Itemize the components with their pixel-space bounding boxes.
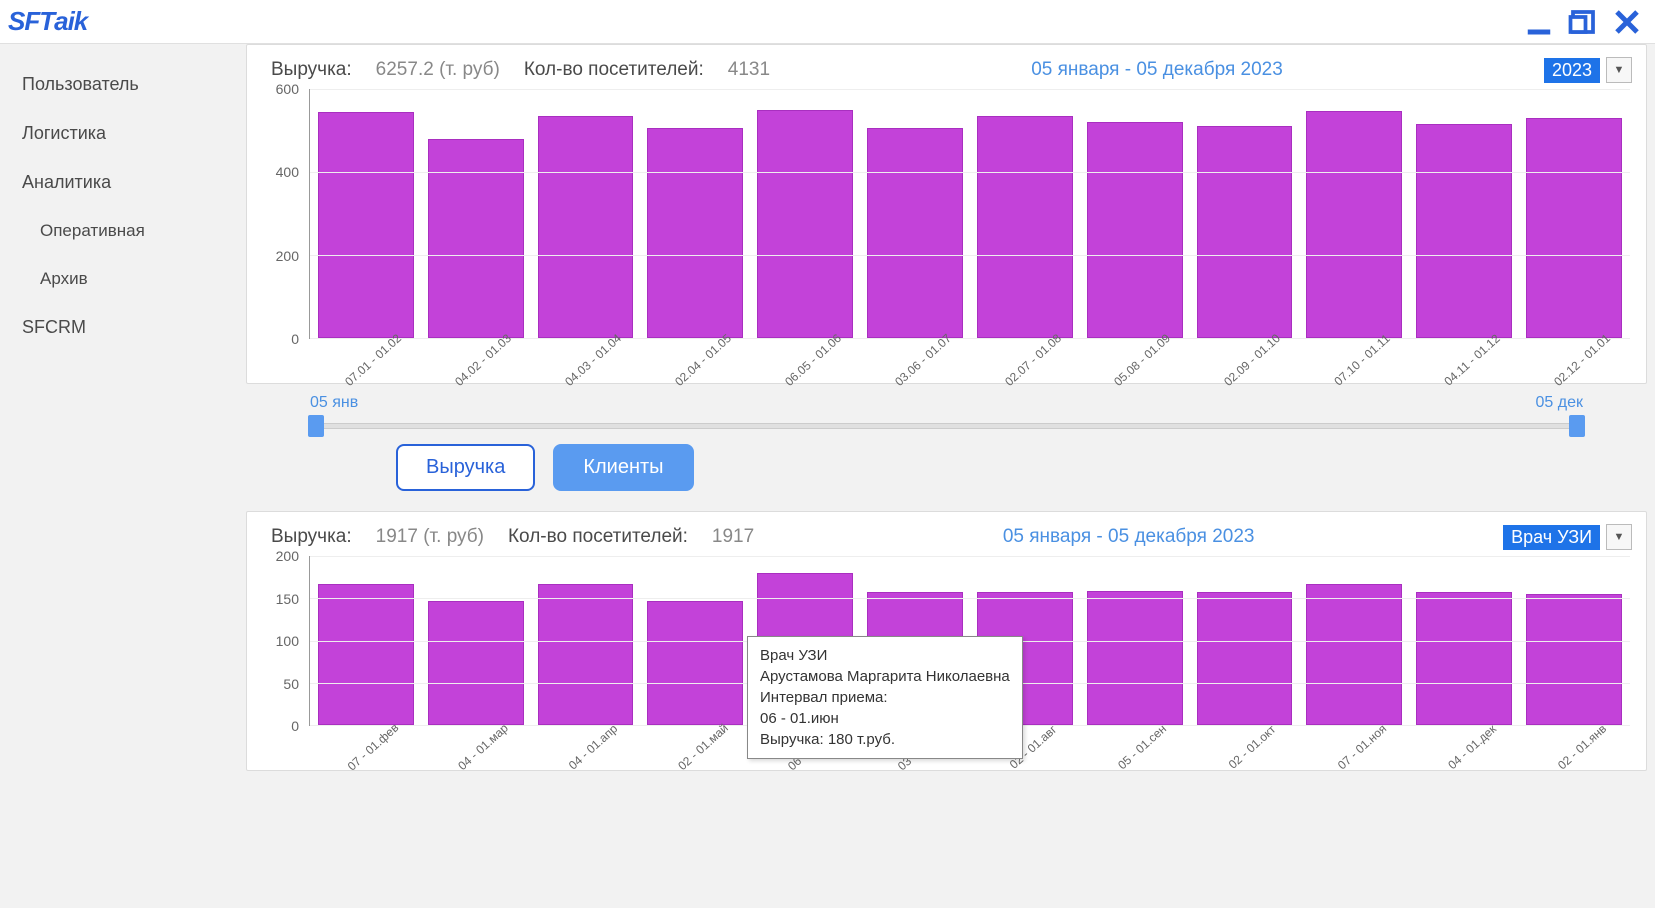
panel-overall: Выручка: 6257.2 (т. руб) Кол-во посетите…	[246, 44, 1647, 384]
year-selector: 2023 ▼	[1544, 57, 1632, 83]
sidebar-sub-operative[interactable]: Оперативная	[0, 207, 238, 255]
bar[interactable]	[428, 139, 524, 338]
bar[interactable]	[1526, 594, 1622, 725]
year-pill: 2023	[1544, 58, 1600, 83]
y-tick: 150	[276, 591, 299, 607]
y-tick: 50	[283, 676, 299, 692]
date-range-2: 05 января - 05 декабря 2023	[778, 526, 1479, 548]
sidebar-item-sfcrm[interactable]: SFCRM	[0, 303, 238, 352]
y-tick: 200	[276, 248, 299, 264]
bar[interactable]	[1197, 592, 1293, 725]
chart-doctor[interactable]: 050100150200 07 - 01.фев04 - 01.мар04 - …	[257, 556, 1636, 766]
date-slider[interactable]	[306, 416, 1587, 436]
bar[interactable]	[1197, 126, 1293, 338]
date-slider-row: 05 янв 05 дек Выручка Клиенты	[246, 390, 1647, 511]
close-icon[interactable]	[1609, 4, 1645, 40]
panel-doctor-header: Выручка: 1917 (т. руб) Кол-во посетителе…	[257, 518, 1636, 556]
y-tick: 400	[276, 164, 299, 180]
slider-thumb-from[interactable]	[308, 415, 324, 437]
doctor-selector: Врач УЗИ ▼	[1503, 524, 1632, 550]
minimize-icon[interactable]	[1521, 4, 1557, 40]
visitors-label-2: Кол-во посетителей:	[508, 526, 688, 548]
bar[interactable]	[1306, 111, 1402, 338]
bar[interactable]	[647, 601, 743, 725]
y-tick: 0	[291, 718, 299, 734]
bar[interactable]	[1416, 592, 1512, 725]
doctor-pill: Врач УЗИ	[1503, 525, 1600, 550]
titlebar: SFTaik	[0, 0, 1655, 44]
bar[interactable]	[538, 584, 634, 725]
panel-doctor: Выручка: 1917 (т. руб) Кол-во посетителе…	[246, 511, 1647, 771]
revenue-label: Выручка:	[271, 59, 352, 81]
revenue-value: 6257.2 (т. руб)	[376, 59, 500, 81]
maximize-icon[interactable]	[1565, 4, 1601, 40]
bar[interactable]	[1087, 122, 1183, 338]
sidebar-item-user[interactable]: Пользователь	[0, 60, 238, 109]
chevron-down-icon[interactable]: ▼	[1606, 57, 1632, 83]
bar[interactable]	[1416, 124, 1512, 338]
panel-overall-header: Выручка: 6257.2 (т. руб) Кол-во посетите…	[257, 51, 1636, 89]
bar[interactable]	[318, 584, 414, 725]
bar[interactable]	[757, 110, 853, 338]
chart-tooltip: Врач УЗИ Арустамова Маргарита Николаевна…	[747, 636, 1023, 759]
bar[interactable]	[1526, 118, 1622, 338]
bar[interactable]	[428, 601, 524, 725]
sidebar-item-logistics[interactable]: Логистика	[0, 109, 238, 158]
revenue-value-2: 1917 (т. руб)	[376, 526, 484, 548]
visitors-value: 4131	[728, 59, 770, 81]
revenue-label-2: Выручка:	[271, 526, 352, 548]
slider-thumb-to[interactable]	[1569, 415, 1585, 437]
bar[interactable]	[647, 128, 743, 338]
date-range: 05 января - 05 декабря 2023	[794, 59, 1520, 81]
tab-clients[interactable]: Клиенты	[553, 444, 693, 491]
tab-revenue[interactable]: Выручка	[396, 444, 535, 491]
bar[interactable]	[867, 128, 963, 338]
visitors-label: Кол-во посетителей:	[524, 59, 704, 81]
y-tick: 100	[276, 633, 299, 649]
main-content: Выручка: 6257.2 (т. руб) Кол-во посетите…	[238, 44, 1655, 908]
bar[interactable]	[1087, 591, 1183, 725]
chevron-down-icon[interactable]: ▼	[1606, 524, 1632, 550]
visitors-value-2: 1917	[712, 526, 754, 548]
bar[interactable]	[318, 112, 414, 338]
sidebar-sub-archive[interactable]: Архив	[0, 255, 238, 303]
app-logo: SFTaik	[0, 0, 87, 44]
bar[interactable]	[1306, 584, 1402, 725]
y-tick: 600	[276, 81, 299, 97]
window-controls	[1521, 4, 1655, 40]
sidebar: Пользователь Логистика Аналитика Операти…	[0, 44, 238, 908]
bar[interactable]	[538, 116, 634, 338]
bar[interactable]	[977, 116, 1073, 338]
y-tick: 0	[291, 331, 299, 347]
y-tick: 200	[276, 548, 299, 564]
chart-overall[interactable]: 0200400600 07.01 - 01.0204.02 - 01.0304.…	[257, 89, 1636, 379]
sidebar-item-analytics[interactable]: Аналитика	[0, 158, 238, 207]
